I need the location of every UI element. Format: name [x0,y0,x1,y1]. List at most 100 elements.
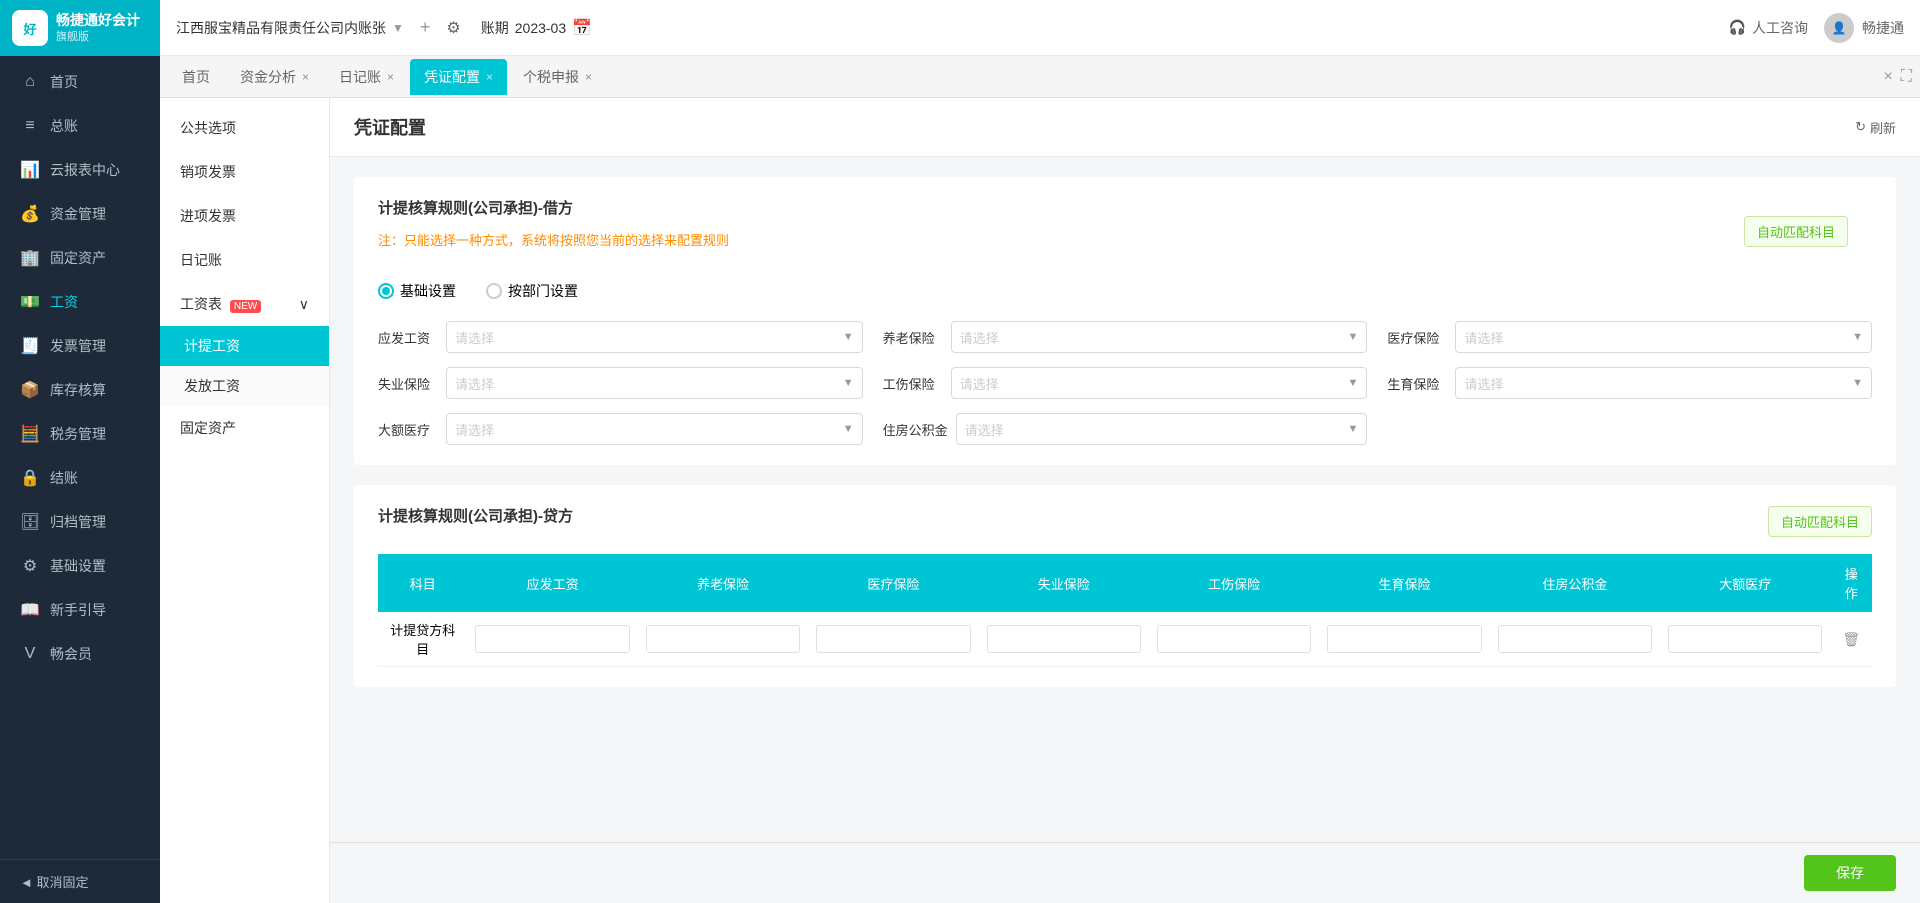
form-row-shiye: 失业保险 请选择 ▼ [378,367,863,399]
logo-icon: 好 [12,10,48,46]
sidebar-item-member[interactable]: V 畅会员 [0,632,160,676]
funds-icon: 💰 [20,204,40,224]
select-gongshang[interactable]: 请选择 ▼ [951,367,1368,399]
sidebar-item-tax[interactable]: 🧮 税务管理 [0,412,160,456]
input-credit-yingfa[interactable] [475,625,629,653]
sidebar-item-settings[interactable]: ⚙ 基础设置 [0,544,160,588]
sidebar-item-ledger[interactable]: ≡ 总账 [0,104,160,148]
select-zhufang[interactable]: 请选择 ▼ [956,413,1368,445]
panel-content: 计提核算规则(公司承担)-借方 注：只能选择一种方式，系统将按照您当前的选择来配… [330,157,1920,842]
td-daejiao-input[interactable] [1660,612,1830,667]
select-shengyu[interactable]: 请选择 ▼ [1455,367,1872,399]
radio-dept-label: 按部门设置 [508,281,578,301]
td-shiye-input[interactable] [979,612,1149,667]
debit-auto-match-btn[interactable]: 自动匹配科目 [1744,216,1848,247]
td-gongshang-input[interactable] [1149,612,1319,667]
radio-group: 基础设置 按部门设置 [378,281,1872,301]
select-yiliao[interactable]: 请选择 ▼ [1455,321,1872,353]
label-daejiao: 大额医疗 [378,420,438,439]
th-yingfa: 应发工资 [467,554,637,612]
left-menu-fixed-assets[interactable]: 固定资产 [160,406,329,450]
sidebar-item-invoice[interactable]: 🧾 发票管理 [0,324,160,368]
sidebar-item-archive[interactable]: 🗄 归档管理 [0,500,160,544]
tab-tax-label: 个税申报 [523,67,579,87]
sidebar-label-funds: 资金管理 [50,204,106,224]
user-menu[interactable]: 👤 畅捷通 [1824,13,1904,43]
radio-dept[interactable]: 按部门设置 [486,281,578,301]
company-dropdown-icon[interactable]: ▼ [392,21,404,35]
tab-voucher-close[interactable]: × [486,70,493,84]
delete-row-icon[interactable]: 🗑 [1842,631,1860,647]
td-zhufang-input[interactable] [1490,612,1660,667]
input-credit-gongshang[interactable] [1157,625,1311,653]
sidebar-item-closing[interactable]: 🔒 结账 [0,456,160,500]
add-company-btn[interactable]: + [416,17,435,38]
tab-home[interactable]: 首页 [168,59,224,95]
th-yiliao: 医疗保险 [808,554,978,612]
tax-icon: 🧮 [20,424,40,444]
select-shiye[interactable]: 请选择 ▼ [446,367,863,399]
sidebar-item-inventory[interactable]: 📦 库存核算 [0,368,160,412]
period-display: 账期 2023-03 📅 [481,18,592,38]
sidebar-item-assets[interactable]: 🏢 固定资产 [0,236,160,280]
left-menu-journal[interactable]: 日记账 [160,238,329,282]
company-selector[interactable]: 江西服宝精品有限责任公司内账张 ▼ [176,18,404,38]
save-button[interactable]: 保存 [1804,855,1896,891]
input-credit-zhufang[interactable] [1498,625,1652,653]
credit-table: 科目 应发工资 养老保险 医疗保险 失业保险 工伤保险 生育保险 住房公积金 大… [378,554,1872,667]
select-yiliao-placeholder: 请选择 [1464,328,1503,347]
tab-tax[interactable]: 个税申报 × [509,59,606,95]
tab-voucher[interactable]: 凭证配置 × [410,59,507,95]
select-shengyu-placeholder: 请选择 [1464,374,1503,393]
sidebar-label-archive: 归档管理 [50,512,106,532]
input-credit-yanglao[interactable] [646,625,800,653]
left-menu-pay-salary[interactable]: 发放工资 [160,366,329,406]
td-yanglao-input[interactable] [638,612,808,667]
sidebar-label-ledger: 总账 [50,116,78,136]
input-credit-shengyu[interactable] [1327,625,1481,653]
calendar-icon[interactable]: 📅 [572,18,592,38]
left-menu-journal-label: 日记账 [180,250,222,270]
select-shengyu-arrow: ▼ [1852,377,1863,389]
tab-tax-close[interactable]: × [585,70,592,84]
sidebar-item-salary[interactable]: 💵 工资 [0,280,160,324]
cancel-fixed-btn[interactable]: ◄ 取消固定 [0,859,160,903]
left-menu-salary-table[interactable]: 工资表 NEW ∨ [160,282,329,326]
td-shengyu-input[interactable] [1319,612,1489,667]
td-yiliao-input[interactable] [808,612,978,667]
credit-auto-match-btn[interactable]: 自动匹配科目 [1768,506,1872,537]
left-menu-public[interactable]: 公共选项 [160,106,329,150]
logo-subtitle: 旗舰版 [56,28,140,44]
tab-funds-close[interactable]: × [302,70,309,84]
close-all-tabs-icon[interactable]: × [1883,68,1892,86]
radio-basic[interactable]: 基础设置 [378,281,456,301]
sidebar-item-funds[interactable]: 💰 资金管理 [0,192,160,236]
fullscreen-icon[interactable]: ⛶ [1901,68,1912,86]
input-credit-yiliao[interactable] [816,625,970,653]
closing-icon: 🔒 [20,468,40,488]
select-daejiao[interactable]: 请选择 ▼ [446,413,863,445]
input-credit-daejiao[interactable] [1668,625,1822,653]
left-menu-sales[interactable]: 销项发票 [160,150,329,194]
refresh-btn[interactable]: ↻ 刷新 [1855,118,1896,137]
settings-gear-icon[interactable]: ⚙ [446,18,460,38]
td-yingfa-input[interactable] [467,612,637,667]
user-name: 畅捷通 [1862,18,1904,38]
select-daejiao-placeholder: 请选择 [455,420,494,439]
sidebar-label-guide: 新手引导 [50,600,106,620]
sidebar-item-home[interactable]: ⌂ 首页 [0,60,160,104]
tab-journal-close[interactable]: × [387,70,394,84]
input-credit-shiye[interactable] [987,625,1141,653]
tab-funds[interactable]: 资金分析 × [226,59,323,95]
sidebar-item-reports[interactable]: 📊 云报表中心 [0,148,160,192]
tab-journal[interactable]: 日记账 × [325,59,408,95]
select-yingfa[interactable]: 请选择 ▼ [446,321,863,353]
th-yanglao: 养老保险 [638,554,808,612]
service-btn[interactable]: 🎧 人工咨询 [1729,18,1808,38]
refresh-label: 刷新 [1870,118,1896,137]
select-yanglao[interactable]: 请选择 ▼ [951,321,1368,353]
select-yanglao-arrow: ▼ [1347,331,1358,343]
left-menu-calc-salary[interactable]: 计提工资 [160,326,329,366]
sidebar-item-guide[interactable]: 📖 新手引导 [0,588,160,632]
left-menu-purchase[interactable]: 进项发票 [160,194,329,238]
